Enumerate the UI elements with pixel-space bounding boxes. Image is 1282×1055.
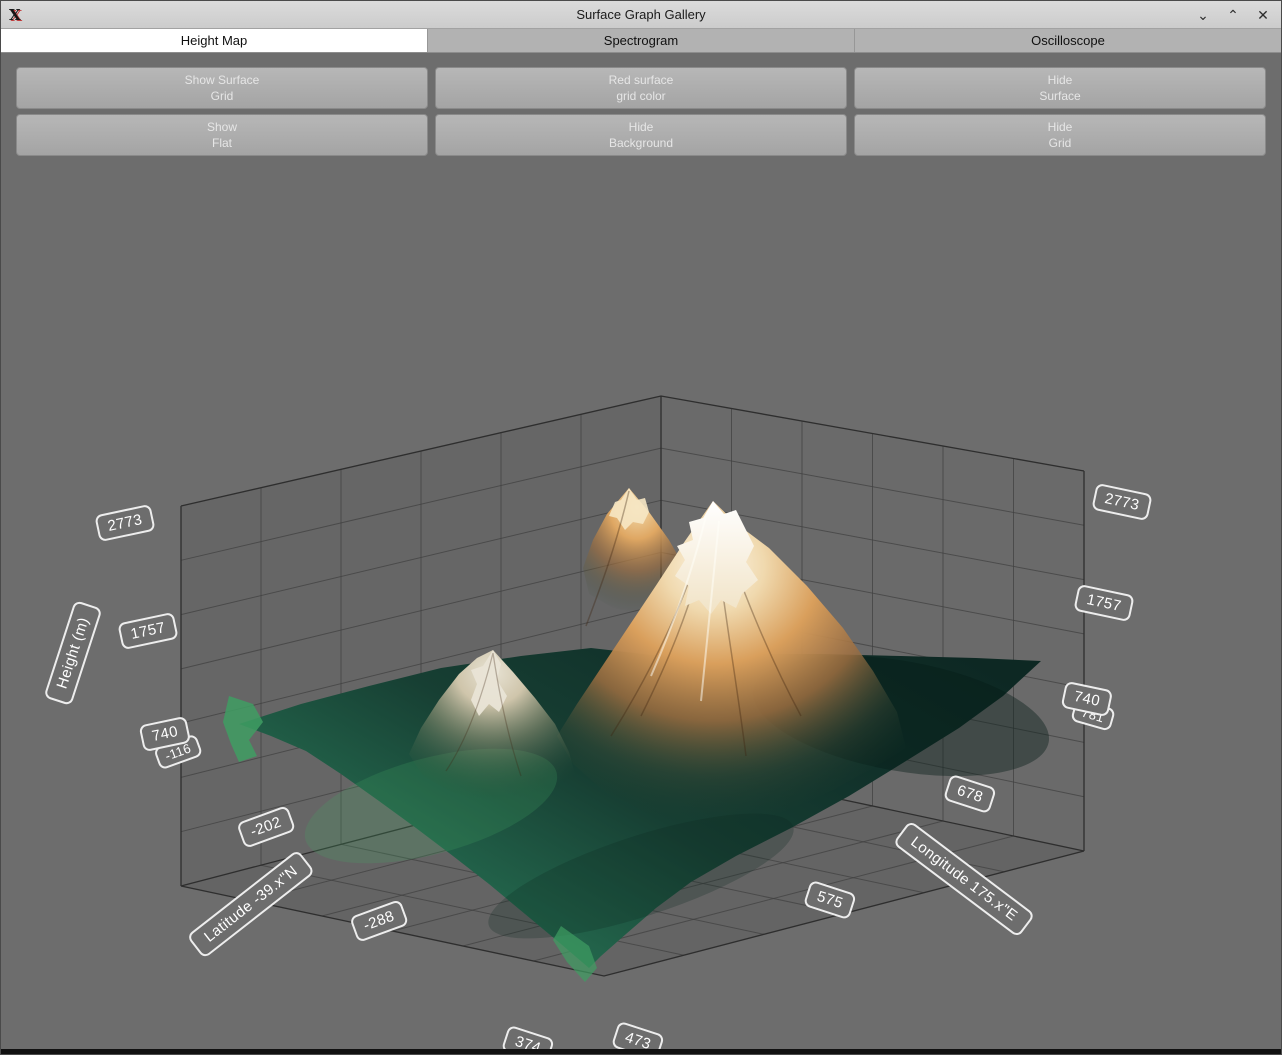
button-label: Flat	[212, 135, 232, 151]
surface-controls-toolbar: Show Surface Grid Red surface grid color…	[1, 53, 1281, 156]
button-label: Hide	[1048, 72, 1073, 88]
show-surface-grid-button[interactable]: Show Surface Grid	[16, 67, 428, 109]
app-window: X Surface Graph Gallery ⌄ ⌃ ✕ Height Map…	[0, 0, 1282, 1055]
button-label: Hide	[1048, 119, 1073, 135]
show-flat-button[interactable]: Show Flat	[16, 114, 428, 156]
window-close-button[interactable]: ✕	[1253, 4, 1273, 26]
hide-surface-button[interactable]: Hide Surface	[854, 67, 1266, 109]
window-controls: ⌄ ⌃ ✕	[1193, 1, 1273, 29]
button-label: Show Surface	[185, 72, 260, 88]
surface-plot[interactable]	[1, 156, 1282, 1055]
title-bar: X Surface Graph Gallery ⌄ ⌃ ✕	[1, 1, 1281, 29]
button-label: Background	[609, 135, 673, 151]
window-maximize-button[interactable]: ⌃	[1223, 4, 1243, 26]
red-surface-grid-color-button[interactable]: Red surface grid color	[435, 67, 847, 109]
tab-height-map[interactable]: Height Map	[1, 29, 428, 52]
tab-bar: Height Map Spectrogram Oscilloscope	[1, 29, 1281, 53]
window-bottom-edge	[1, 1049, 1281, 1054]
button-label: Hide	[629, 119, 654, 135]
tab-oscilloscope[interactable]: Oscilloscope	[855, 29, 1281, 52]
button-label: Surface	[1039, 88, 1080, 104]
hide-background-button[interactable]: Hide Background	[435, 114, 847, 156]
surface-3d-canvas	[1, 156, 1282, 1055]
button-label: Grid	[211, 88, 234, 104]
window-shade-button[interactable]: ⌄	[1193, 4, 1213, 26]
button-label: grid color	[616, 88, 665, 104]
button-label: Red surface	[609, 72, 674, 88]
button-label: Grid	[1049, 135, 1072, 151]
window-title: Surface Graph Gallery	[1, 7, 1281, 22]
tab-spectrogram[interactable]: Spectrogram	[428, 29, 855, 52]
button-label: Show	[207, 119, 237, 135]
hide-grid-button[interactable]: Hide Grid	[854, 114, 1266, 156]
